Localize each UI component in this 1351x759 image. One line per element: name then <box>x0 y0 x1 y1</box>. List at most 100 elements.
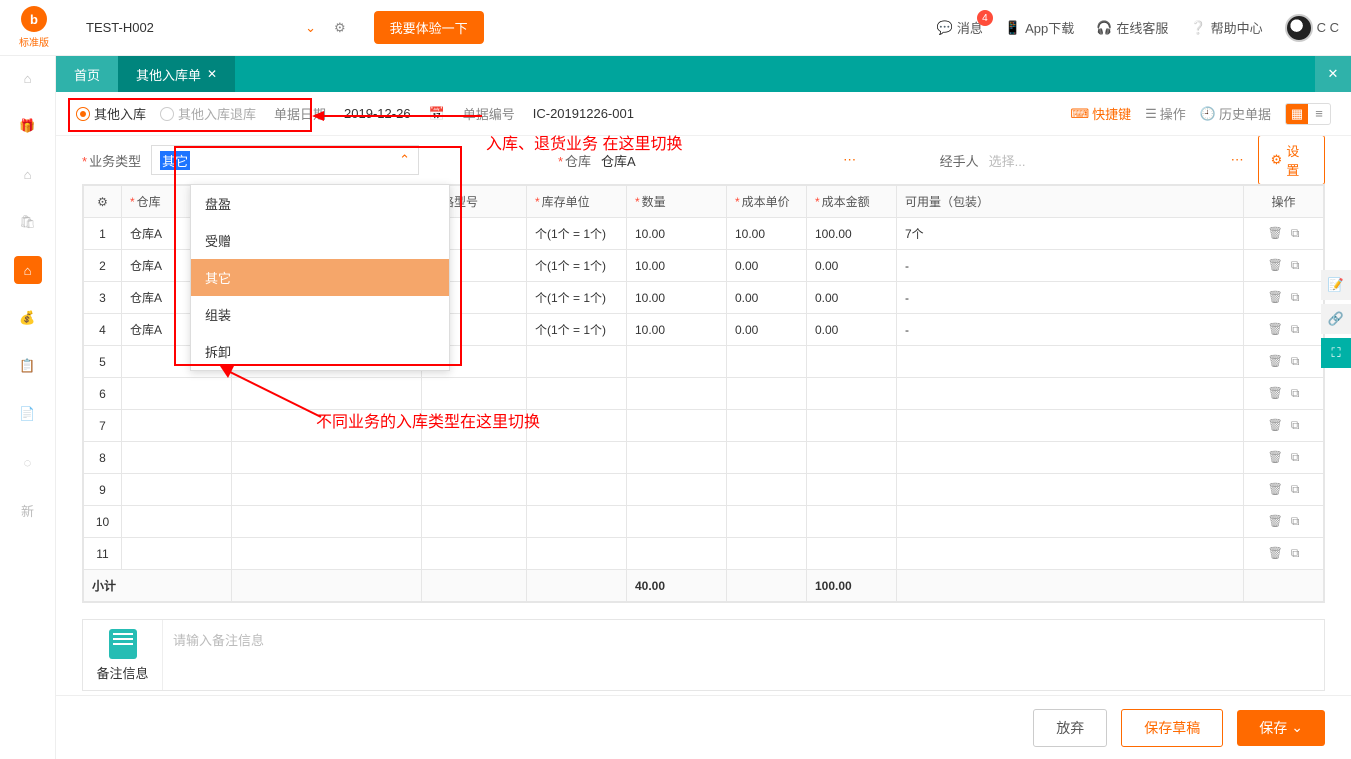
cell-spec[interactable] <box>422 538 527 570</box>
cell-price[interactable] <box>727 378 807 410</box>
cell-qty[interactable]: 10.00 <box>627 282 727 314</box>
cell-amt[interactable]: 0.00 <box>807 250 897 282</box>
delete-row-icon[interactable]: 🗑 <box>1268 386 1283 401</box>
delete-row-icon[interactable]: 🗑 <box>1268 482 1283 497</box>
cell-unit[interactable]: 个(1个 = 1个) <box>527 282 627 314</box>
cell-qty[interactable]: 10.00 <box>627 314 727 346</box>
cell-warehouse[interactable] <box>122 442 232 474</box>
messages-button[interactable]: 💬 消息 4 <box>937 18 983 37</box>
radio-other-inbound-return[interactable]: 其他入库退库 <box>160 104 256 123</box>
dd-opt-chaixie[interactable]: 拆卸 <box>191 333 449 370</box>
cell-warehouse[interactable] <box>122 378 232 410</box>
user-menu[interactable]: C C <box>1285 14 1339 42</box>
cell-price[interactable] <box>727 506 807 538</box>
help-button[interactable]: ❔ 帮助中心 <box>1190 18 1262 37</box>
cell-code[interactable] <box>232 442 422 474</box>
dock-expand-icon[interactable]: ⛶ <box>1321 338 1351 368</box>
copy-row-icon[interactable]: ⧉ <box>1291 386 1300 401</box>
cell-qty[interactable] <box>627 474 727 506</box>
copy-row-icon[interactable]: ⧉ <box>1291 482 1300 497</box>
delete-row-icon[interactable]: 🗑 <box>1268 322 1283 337</box>
trial-button[interactable]: 我要体验一下 <box>374 11 484 44</box>
customer-service-button[interactable]: 🎧 在线客服 <box>1096 18 1168 37</box>
cell-warehouse[interactable] <box>122 506 232 538</box>
cell-price[interactable] <box>727 474 807 506</box>
cell-code[interactable] <box>232 538 422 570</box>
copy-row-icon[interactable]: ⧉ <box>1291 450 1300 465</box>
cell-price[interactable] <box>727 346 807 378</box>
cell-code[interactable] <box>232 506 422 538</box>
org-selector[interactable]: TEST-H002 ⌄ <box>76 12 326 44</box>
cell-qty[interactable] <box>627 378 727 410</box>
calendar-icon[interactable]: 📅 <box>429 106 445 122</box>
save-draft-button[interactable]: 保存草稿 <box>1121 709 1223 747</box>
copy-row-icon[interactable]: ⧉ <box>1291 226 1300 241</box>
table-row[interactable]: 10🗑⧉ <box>84 506 1324 538</box>
view-grid-icon[interactable]: ▦ <box>1286 104 1308 124</box>
dd-opt-zuzhuang[interactable]: 组装 <box>191 296 449 333</box>
cell-price[interactable] <box>727 538 807 570</box>
nav-new-icon[interactable]: 新 <box>14 496 42 524</box>
nav-home-icon[interactable]: ⌂ <box>14 64 42 92</box>
copy-row-icon[interactable]: ⧉ <box>1291 258 1300 273</box>
cell-qty[interactable]: 10.00 <box>627 250 727 282</box>
save-button[interactable]: 保存⌄ <box>1237 710 1325 746</box>
notes-input[interactable]: 请输入备注信息 <box>163 620 1324 690</box>
nav-report-icon[interactable]: 📄 <box>14 400 42 428</box>
cell-spec[interactable] <box>422 378 527 410</box>
nav-loading-icon[interactable]: ◌ <box>14 448 42 476</box>
dock-link-icon[interactable]: 🔗 <box>1321 304 1351 334</box>
cell-spec[interactable] <box>422 410 527 442</box>
handler-select[interactable]: 选择... <box>989 151 1217 170</box>
delete-row-icon[interactable]: 🗑 <box>1268 418 1283 433</box>
cell-unit[interactable] <box>527 474 627 506</box>
cell-amt[interactable]: 0.00 <box>807 314 897 346</box>
gear-icon[interactable]: ⚙ <box>334 20 346 36</box>
copy-row-icon[interactable]: ⧉ <box>1291 418 1300 433</box>
cell-qty[interactable] <box>627 506 727 538</box>
copy-row-icon[interactable]: ⧉ <box>1291 322 1300 337</box>
copy-row-icon[interactable]: ⧉ <box>1291 546 1300 561</box>
cell-warehouse[interactable] <box>122 538 232 570</box>
cell-amt[interactable] <box>807 506 897 538</box>
cell-unit[interactable] <box>527 538 627 570</box>
cell-unit[interactable] <box>527 410 627 442</box>
cell-amt[interactable] <box>807 410 897 442</box>
radio-other-inbound[interactable]: 其他入库 <box>76 104 146 123</box>
delete-row-icon[interactable]: 🗑 <box>1268 258 1283 273</box>
table-row[interactable]: 6🗑⧉ <box>84 378 1324 410</box>
cell-spec[interactable] <box>422 474 527 506</box>
copy-row-icon[interactable]: ⧉ <box>1291 290 1300 305</box>
cell-qty[interactable] <box>627 442 727 474</box>
cell-code[interactable] <box>232 410 422 442</box>
warehouse-select[interactable]: 仓库A <box>601 151 829 170</box>
handler-more-icon[interactable]: ⋯ <box>1227 152 1248 168</box>
cell-price[interactable] <box>727 410 807 442</box>
cell-code[interactable] <box>232 378 422 410</box>
cell-amt[interactable] <box>807 378 897 410</box>
cell-amt[interactable] <box>807 474 897 506</box>
operations-button[interactable]: ☰操作 <box>1145 104 1186 123</box>
delete-row-icon[interactable]: 🗑 <box>1268 514 1283 529</box>
delete-row-icon[interactable]: 🗑 <box>1268 226 1283 241</box>
nav-money-icon[interactable]: 💰 <box>14 304 42 332</box>
cell-spec[interactable] <box>422 506 527 538</box>
cell-code[interactable] <box>232 474 422 506</box>
nav-clipboard-icon[interactable]: 📋 <box>14 352 42 380</box>
dock-note-icon[interactable]: 📝 <box>1321 270 1351 300</box>
app-download-button[interactable]: 📱 App下载 <box>1005 18 1074 37</box>
discard-button[interactable]: 放弃 <box>1033 709 1107 747</box>
cell-price[interactable] <box>727 442 807 474</box>
col-config-button[interactable]: ⚙ <box>84 186 122 218</box>
view-list-icon[interactable]: ≡ <box>1308 104 1330 124</box>
cell-warehouse[interactable] <box>122 410 232 442</box>
table-row[interactable]: 9🗑⧉ <box>84 474 1324 506</box>
delete-row-icon[interactable]: 🗑 <box>1268 354 1283 369</box>
cell-price[interactable]: 0.00 <box>727 282 807 314</box>
cell-qty[interactable] <box>627 410 727 442</box>
cell-unit[interactable]: 个(1个 = 1个) <box>527 250 627 282</box>
cell-unit[interactable] <box>527 346 627 378</box>
nav-house-icon[interactable]: ⌂ <box>14 160 42 188</box>
nav-bag-icon[interactable]: 🛍 <box>14 208 42 236</box>
dd-opt-shouzeng[interactable]: 受赠 <box>191 222 449 259</box>
